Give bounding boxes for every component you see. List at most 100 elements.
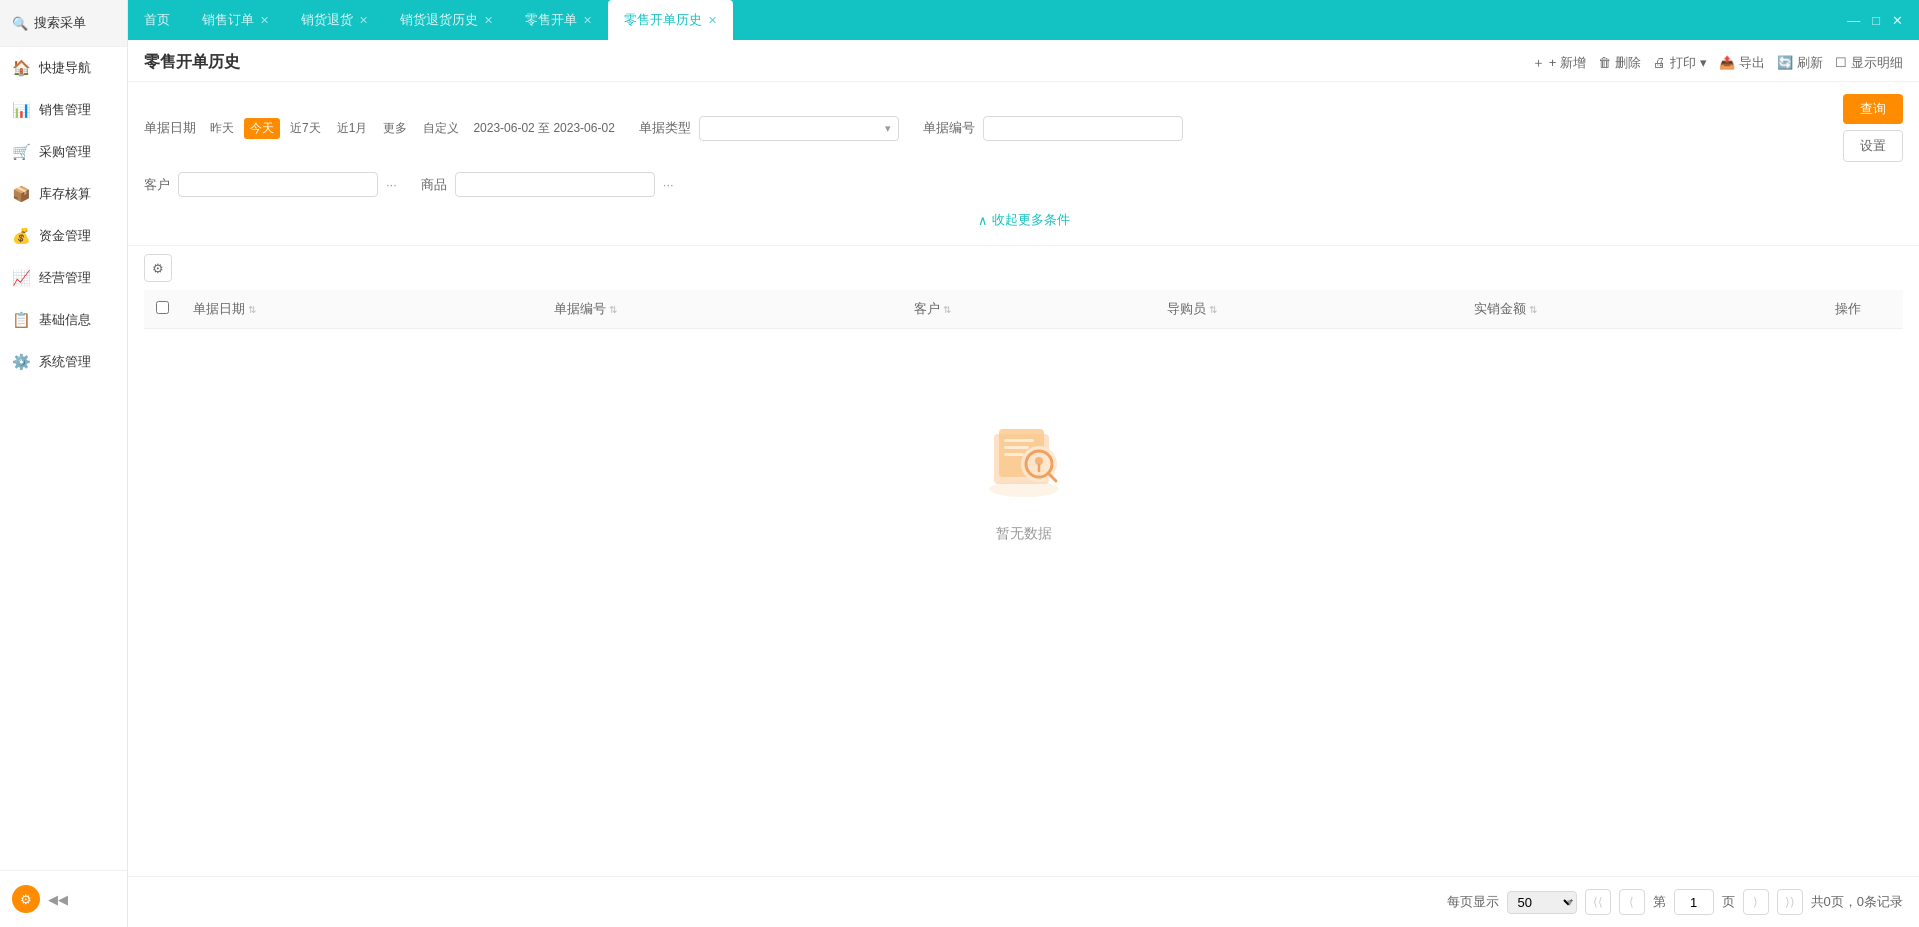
customer-ellipsis[interactable]: ··· xyxy=(386,177,397,192)
tab-retail-history[interactable]: 零售开单历史 ✕ xyxy=(608,0,733,40)
ops-icon: 📈 xyxy=(12,269,31,287)
settings-button[interactable]: ⚙ xyxy=(12,885,40,913)
tab-retail-history-close[interactable]: ✕ xyxy=(708,14,717,27)
sidebar-item-sales-mgmt[interactable]: 📊 销售管理 xyxy=(0,89,127,131)
date-label: 单据日期 xyxy=(144,119,196,137)
th-number-label: 单据编号 xyxy=(554,300,606,318)
th-date[interactable]: 单据日期 ⇅ xyxy=(181,290,542,329)
search-icon: 🔍 xyxy=(12,16,28,31)
tab-retail-history-label: 零售开单历史 xyxy=(624,11,702,29)
toolbar: ＋ + 新增 🗑 删除 🖨 打印 ▾ 📤 导出 🔄 xyxy=(1532,54,1903,72)
th-action-label: 操作 xyxy=(1835,301,1861,316)
sidebar-item-basic-info[interactable]: 📋 基础信息 xyxy=(0,299,127,341)
tab-retail-open[interactable]: 零售开单 ✕ xyxy=(509,0,608,40)
chart-icon: 📊 xyxy=(12,101,31,119)
table-settings-button[interactable]: ⚙ xyxy=(144,254,172,282)
restore-button[interactable]: □ xyxy=(1872,13,1880,28)
pagination-bar: 每页显示 20 50 100 ▾ ⟨⟨ ⟨ 第 1 页 ⟩ ⟩⟩ 共0页，0条记… xyxy=(128,876,1919,927)
delete-button[interactable]: 🗑 删除 xyxy=(1598,54,1641,72)
tab-sales-return-history[interactable]: 销货退货历史 ✕ xyxy=(384,0,509,40)
svg-rect-5 xyxy=(1004,453,1024,456)
collapse-more-btn[interactable]: ∧ 收起更多条件 xyxy=(144,207,1903,233)
display-detail-checkbox[interactable]: ☐ 显示明细 xyxy=(1835,54,1903,72)
goods-label: 商品 xyxy=(421,176,447,194)
select-all-checkbox[interactable] xyxy=(156,301,169,314)
collapse-icon: ∧ xyxy=(978,213,988,228)
refresh-button[interactable]: 🔄 刷新 xyxy=(1777,54,1823,72)
customer-input[interactable] xyxy=(178,172,378,197)
first-page-button[interactable]: ⟨⟨ xyxy=(1585,889,1611,915)
sidebar-search[interactable]: 🔍 搜索采单 xyxy=(0,0,127,47)
last-page-button[interactable]: ⟩⟩ xyxy=(1777,889,1803,915)
filter-area: 单据日期 昨天 今天 近7天 近1月 更多 自定义 2023-06-02 至 2… xyxy=(128,82,1919,246)
per-page-select[interactable]: 20 50 100 xyxy=(1507,891,1577,914)
goods-input[interactable] xyxy=(455,172,655,197)
sidebar-item-label: 资金管理 xyxy=(39,227,91,245)
th-salesperson-label: 导购员 xyxy=(1167,300,1206,318)
tab-retail-open-label: 零售开单 xyxy=(525,11,577,29)
tab-sales-order-close[interactable]: ✕ xyxy=(260,14,269,27)
delete-label: 删除 xyxy=(1615,54,1641,72)
settings-icon: ⚙ xyxy=(20,892,32,907)
export-button[interactable]: 📤 导出 xyxy=(1719,54,1765,72)
sidebar-item-label: 销售管理 xyxy=(39,101,91,119)
tab-sales-order[interactable]: 销售订单 ✕ xyxy=(186,0,285,40)
th-salesperson[interactable]: 导购员 ⇅ xyxy=(1155,290,1462,329)
date-range-display: 2023-06-02 至 2023-06-02 xyxy=(473,120,614,137)
th-customer[interactable]: 客户 ⇅ xyxy=(902,290,1155,329)
filter-row-1: 单据日期 昨天 今天 近7天 近1月 更多 自定义 2023-06-02 至 2… xyxy=(144,94,1903,162)
query-button[interactable]: 查询 xyxy=(1843,94,1903,124)
prev-page-button[interactable]: ⟨ xyxy=(1619,889,1645,915)
empty-state: 暂无数据 xyxy=(144,329,1903,623)
sidebar-item-sys-mgmt[interactable]: ⚙️ 系统管理 xyxy=(0,341,127,383)
sidebar-item-finance[interactable]: 💰 资金管理 xyxy=(0,215,127,257)
tab-sales-return-close[interactable]: ✕ xyxy=(359,14,368,27)
date-more-btn[interactable]: 更多 xyxy=(377,118,413,139)
sort-icon: ⇅ xyxy=(1529,304,1537,315)
tab-sales-return-history-label: 销货退货历史 xyxy=(400,11,478,29)
th-number[interactable]: 单据编号 ⇅ xyxy=(542,290,903,329)
total-records: 共0页，0条记录 xyxy=(1811,893,1903,911)
sidebar-item-quick-nav[interactable]: 🏠 快捷导航 xyxy=(0,47,127,89)
date-7days-btn[interactable]: 近7天 xyxy=(284,118,327,139)
tab-retail-open-close[interactable]: ✕ xyxy=(583,14,592,27)
next-page-button[interactable]: ⟩ xyxy=(1743,889,1769,915)
sidebar: 🔍 搜索采单 🏠 快捷导航 📊 销售管理 🛒 采购管理 📦 库存核算 💰 资金管… xyxy=(0,0,128,927)
print-label: 打印 xyxy=(1670,54,1696,72)
th-amount[interactable]: 实销金额 ⇅ xyxy=(1462,290,1823,329)
sidebar-item-label: 经营管理 xyxy=(39,269,91,287)
window-controls: — □ ✕ xyxy=(1847,13,1919,28)
tab-home[interactable]: 首页 xyxy=(128,0,186,40)
collapse-sidebar-button[interactable]: ◀◀ xyxy=(48,892,68,907)
type-select[interactable] xyxy=(699,116,899,141)
sidebar-item-operations[interactable]: 📈 经营管理 xyxy=(0,257,127,299)
sidebar-item-label: 系统管理 xyxy=(39,353,91,371)
number-input[interactable] xyxy=(983,116,1183,141)
tab-sales-return-history-close[interactable]: ✕ xyxy=(484,14,493,27)
settings-cog-icon: ⚙ xyxy=(152,261,164,276)
page-content: 零售开单历史 ＋ + 新增 🗑 删除 🖨 打印 ▾ 📤 导出 xyxy=(128,40,1919,927)
tab-sales-return[interactable]: 销货退货 ✕ xyxy=(285,0,384,40)
empty-illustration xyxy=(974,409,1074,509)
print-button[interactable]: 🖨 打印 ▾ xyxy=(1653,54,1707,72)
goods-ellipsis[interactable]: ··· xyxy=(663,177,674,192)
table-area: ⚙ 单据日期 ⇅ xyxy=(128,246,1919,876)
date-today-btn[interactable]: 今天 xyxy=(244,118,280,139)
sidebar-item-purchase-mgmt[interactable]: 🛒 采购管理 xyxy=(0,131,127,173)
page-number-input[interactable]: 1 xyxy=(1674,889,1714,915)
th-date-label: 单据日期 xyxy=(193,300,245,318)
date-1month-btn[interactable]: 近1月 xyxy=(331,118,374,139)
minimize-button[interactable]: — xyxy=(1847,13,1860,28)
collapse-label: 收起更多条件 xyxy=(992,211,1070,229)
filter-settings-button[interactable]: 设置 xyxy=(1843,130,1903,162)
add-label: + 新增 xyxy=(1549,54,1586,72)
refresh-label: 刷新 xyxy=(1797,54,1823,72)
date-yesterday-btn[interactable]: 昨天 xyxy=(204,118,240,139)
arrow-left-icon: ◀◀ xyxy=(48,892,68,907)
close-button[interactable]: ✕ xyxy=(1892,13,1903,28)
date-custom-btn[interactable]: 自定义 xyxy=(417,118,465,139)
per-page-select-wrapper: 20 50 100 ▾ xyxy=(1507,891,1577,914)
sidebar-item-inventory[interactable]: 📦 库存核算 xyxy=(0,173,127,215)
export-icon: 📤 xyxy=(1719,55,1735,70)
add-button[interactable]: ＋ + 新增 xyxy=(1532,54,1586,72)
